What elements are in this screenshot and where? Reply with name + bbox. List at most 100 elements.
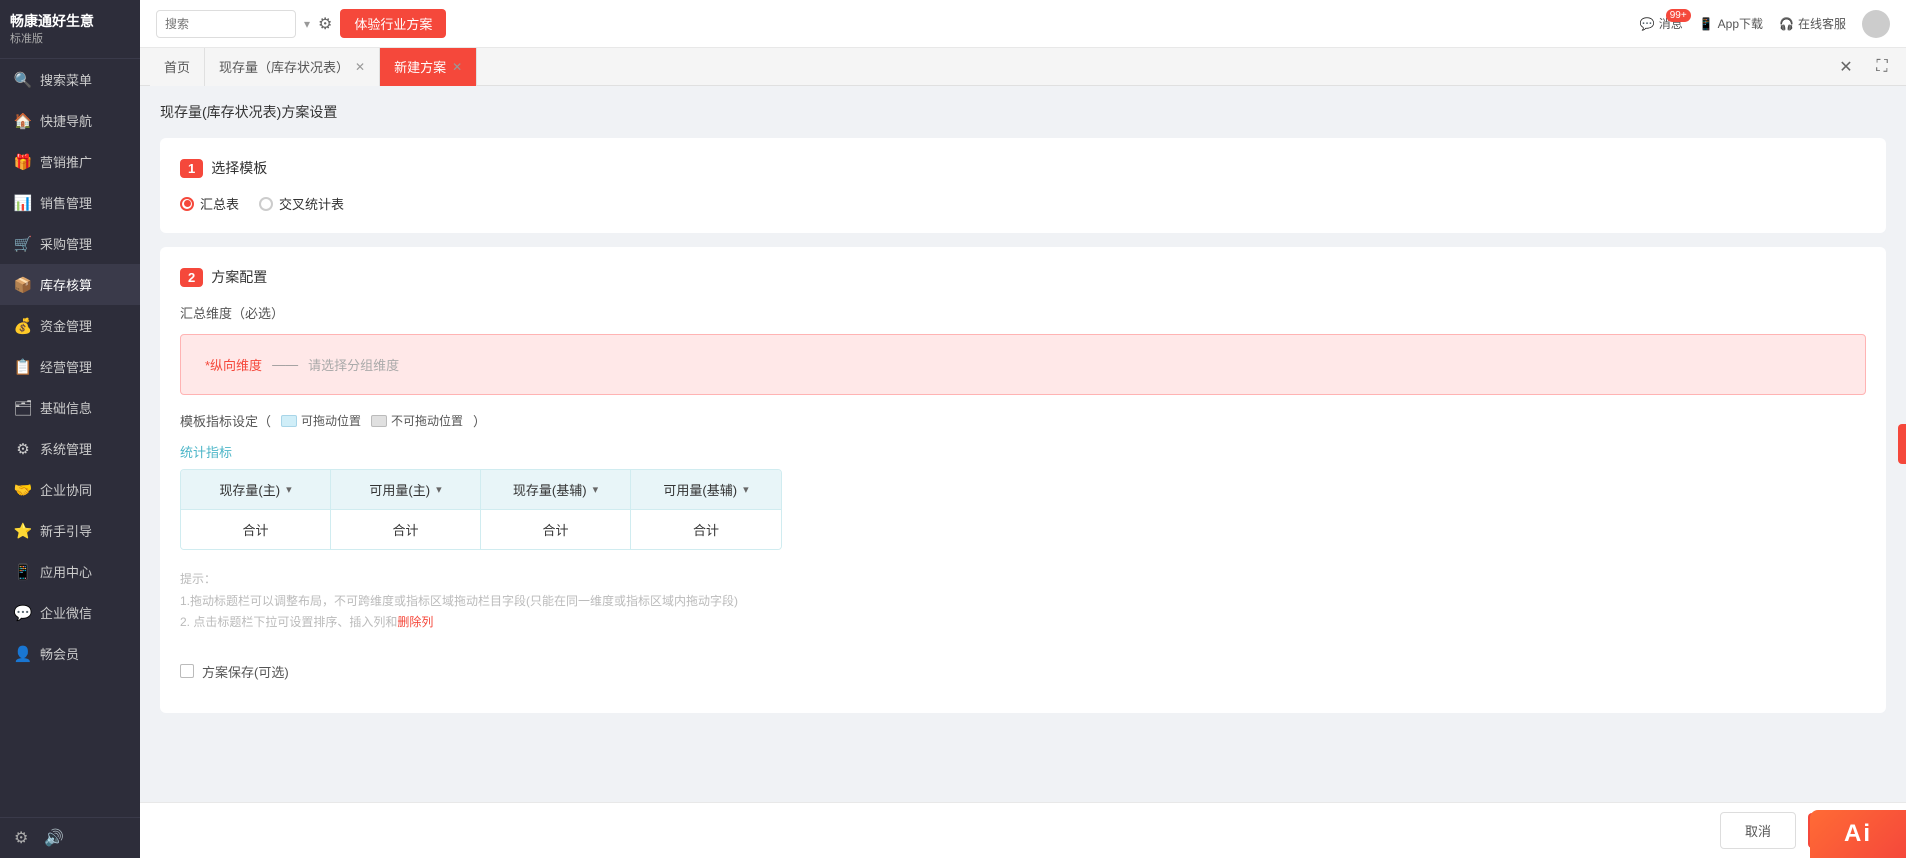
dimension-box: *纵向维度 —— 请选择分组维度 bbox=[180, 334, 1866, 395]
sidebar-item-label: 系统管理 bbox=[40, 439, 92, 458]
topbar-gear-icon[interactable]: ⚙ bbox=[318, 14, 332, 34]
chart-icon: 📊 bbox=[14, 194, 32, 212]
dimension-dash: —— bbox=[272, 357, 298, 372]
sidebar-item-wechat[interactable]: 💬 企业微信 bbox=[0, 592, 140, 633]
sidebar-item-search[interactable]: 🔍 搜索菜单 bbox=[0, 59, 140, 100]
ai-badge[interactable]: Ai bbox=[1810, 810, 1906, 858]
online-service-button[interactable]: 🎧 在线客服 bbox=[1779, 15, 1846, 32]
speaker-icon[interactable]: 🔊 bbox=[44, 828, 64, 848]
col-header-3-label: 现存量(基辅) bbox=[513, 480, 587, 499]
radio-summary[interactable]: 汇总表 bbox=[180, 194, 239, 213]
step2-card: 2 方案配置 汇总维度（必选） *纵向维度 —— 请选择分组维度 模板指标设定（… bbox=[160, 247, 1886, 713]
topbar-right: 💬 消息 99+ 📱 App下载 🎧 在线客服 bbox=[1640, 10, 1890, 38]
sidebar-item-basic[interactable]: 🗂 基础信息 bbox=[0, 387, 140, 428]
dimension-row: *纵向维度 —— 请选择分组维度 bbox=[205, 355, 1841, 374]
radio-crosstab-label: 交叉统计表 bbox=[279, 194, 344, 213]
col2-chevron-icon[interactable]: ▾ bbox=[436, 483, 442, 496]
tip-2-link[interactable]: 删除列 bbox=[397, 615, 433, 629]
close-new-scheme-tab-button[interactable]: ✕ bbox=[452, 61, 462, 73]
save-option-row: 方案保存(可选) bbox=[180, 650, 1866, 693]
step1-header: 1 选择模板 bbox=[180, 158, 1866, 178]
topbar-left: ▾ ⚙ 体验行业方案 bbox=[156, 9, 1628, 38]
sidebar-item-purchase[interactable]: 🛒 采购管理 bbox=[0, 223, 140, 264]
home-icon: 🏠 bbox=[14, 112, 32, 130]
col4-chevron-icon[interactable]: ▾ bbox=[743, 483, 749, 496]
sidebar-scroll: 🔍 搜索菜单 🏠 快捷导航 🎁 营销推广 📊 销售管理 🛒 采购管理 📦 库存核… bbox=[0, 59, 140, 817]
tab-home[interactable]: 首页 bbox=[150, 48, 205, 86]
cart-icon: 🛒 bbox=[14, 235, 32, 253]
sidebar-item-operations[interactable]: 📋 经营管理 bbox=[0, 346, 140, 387]
notification-button[interactable]: 💬 消息 99+ bbox=[1640, 15, 1683, 32]
sidebar-logo: 畅康通好生意 标准版 bbox=[0, 0, 140, 59]
expand-panel-button[interactable]: ⛶ bbox=[1868, 53, 1896, 81]
close-inventory-tab-button[interactable]: ✕ bbox=[355, 61, 365, 73]
col1-chevron-icon[interactable]: ▾ bbox=[286, 483, 292, 496]
tab-inventory[interactable]: 现存量（库存状况表） ✕ bbox=[205, 48, 380, 86]
sidebar-item-label: 企业微信 bbox=[40, 603, 92, 622]
sidebar-item-finance[interactable]: 💰 资金管理 bbox=[0, 305, 140, 346]
radio-crosstab[interactable]: 交叉统计表 bbox=[259, 194, 344, 213]
trial-button[interactable]: 体验行业方案 bbox=[340, 9, 446, 38]
tab-new-scheme-label: 新建方案 bbox=[394, 57, 446, 76]
tabbar-right: ✕ ⛶ bbox=[1832, 53, 1906, 81]
sidebar-item-label: 营销推广 bbox=[40, 152, 92, 171]
dimension-field-label: *纵向维度 bbox=[205, 355, 262, 374]
chevron-down-icon[interactable]: ▾ bbox=[304, 17, 310, 31]
indicator-setting-row: 模板指标设定（ 可拖动位置 不可拖动位置 ） bbox=[180, 411, 1866, 430]
sidebar-item-marketing[interactable]: 🎁 营销推广 bbox=[0, 141, 140, 182]
col-cell-2: 合计 bbox=[331, 510, 481, 549]
sidebar-item-newbie[interactable]: ⭐ 新手引导 bbox=[0, 510, 140, 551]
col-header-1[interactable]: 现存量(主) ▾ bbox=[181, 470, 331, 509]
sidebar-item-label: 搜索菜单 bbox=[40, 70, 92, 89]
tip-2-text: 2. 点击标题栏下拉可设置排序、插入列和 bbox=[180, 615, 397, 629]
step2-header: 2 方案配置 bbox=[180, 267, 1866, 287]
col-header-4[interactable]: 可用量(基辅) ▾ bbox=[631, 470, 781, 509]
stats-table-row: 合计 合计 合计 合计 bbox=[181, 509, 781, 549]
sidebar-item-member[interactable]: 👤 畅会员 bbox=[0, 633, 140, 674]
sidebar: 畅康通好生意 标准版 🔍 搜索菜单 🏠 快捷导航 🎁 营销推广 📊 销售管理 🛒… bbox=[0, 0, 140, 858]
sidebar-item-inventory[interactable]: 📦 库存核算 bbox=[0, 264, 140, 305]
not-draggable-tag-box bbox=[371, 415, 387, 427]
tips-section: 提示： 1.拖动标题栏可以调整布局，不可跨维度或指标区域拖动栏目字段(只能在同一… bbox=[180, 569, 1866, 634]
tab-new-scheme[interactable]: 新建方案 ✕ bbox=[380, 48, 477, 86]
col3-chevron-icon[interactable]: ▾ bbox=[593, 483, 599, 496]
col-cell-4: 合计 bbox=[631, 510, 781, 549]
dimension-section-title: 汇总维度（必选） bbox=[180, 303, 1866, 322]
sidebar-item-quicknav[interactable]: 🏠 快捷导航 bbox=[0, 100, 140, 141]
person-icon: 👤 bbox=[14, 645, 32, 663]
search-input[interactable] bbox=[156, 10, 296, 38]
tab-inventory-label: 现存量（库存状况表） bbox=[219, 57, 349, 76]
phone-icon: 📱 bbox=[14, 563, 32, 581]
template-radio-group: 汇总表 交叉统计表 bbox=[180, 194, 1866, 213]
notification-badge: 99+ bbox=[1666, 9, 1691, 22]
col-cell-3: 合计 bbox=[481, 510, 631, 549]
close-panel-button[interactable]: ✕ bbox=[1832, 53, 1860, 81]
tip-item-1: 1.拖动标题栏可以调整布局，不可跨维度或指标区域拖动栏目字段(只能在同一维度或指… bbox=[180, 591, 1866, 613]
stats-section-title: 统计指标 bbox=[180, 442, 1866, 461]
user-avatar-button[interactable] bbox=[1862, 10, 1890, 38]
cancel-button[interactable]: 取消 bbox=[1720, 812, 1796, 849]
phone-download-icon: 📱 bbox=[1699, 17, 1714, 31]
col-header-2-label: 可用量(主) bbox=[369, 480, 430, 499]
indicator-setting-prefix: 模板指标设定（ bbox=[180, 411, 271, 430]
sidebar-item-system[interactable]: ⚙ 系统管理 bbox=[0, 428, 140, 469]
save-checkbox[interactable] bbox=[180, 664, 194, 678]
headphone-icon: 🎧 bbox=[1779, 17, 1794, 31]
draggable-tag: 可拖动位置 bbox=[281, 412, 361, 429]
gear-icon: ⚙ bbox=[14, 440, 32, 458]
sidebar-item-sales[interactable]: 📊 销售管理 bbox=[0, 182, 140, 223]
sidebar-item-label: 库存核算 bbox=[40, 275, 92, 294]
logo-title: 畅康通好生意 bbox=[10, 12, 130, 30]
col-header-3[interactable]: 现存量(基辅) ▾ bbox=[481, 470, 631, 509]
chat-icon: 💬 bbox=[14, 604, 32, 622]
app-download-button[interactable]: 📱 App下载 bbox=[1699, 15, 1763, 32]
sidebar-item-contract[interactable]: 🤝 企业协同 bbox=[0, 469, 140, 510]
sidebar-item-appstore[interactable]: 📱 应用中心 bbox=[0, 551, 140, 592]
settings-bottom-icon[interactable]: ⚙ bbox=[14, 828, 28, 848]
gift-icon: 🎁 bbox=[14, 153, 32, 171]
tips-title: 提示： bbox=[180, 572, 216, 586]
col-header-2[interactable]: 可用量(主) ▾ bbox=[331, 470, 481, 509]
sidebar-item-label: 销售管理 bbox=[40, 193, 92, 212]
sidebar-item-label: 资金管理 bbox=[40, 316, 92, 335]
draggable-tag-box bbox=[281, 415, 297, 427]
